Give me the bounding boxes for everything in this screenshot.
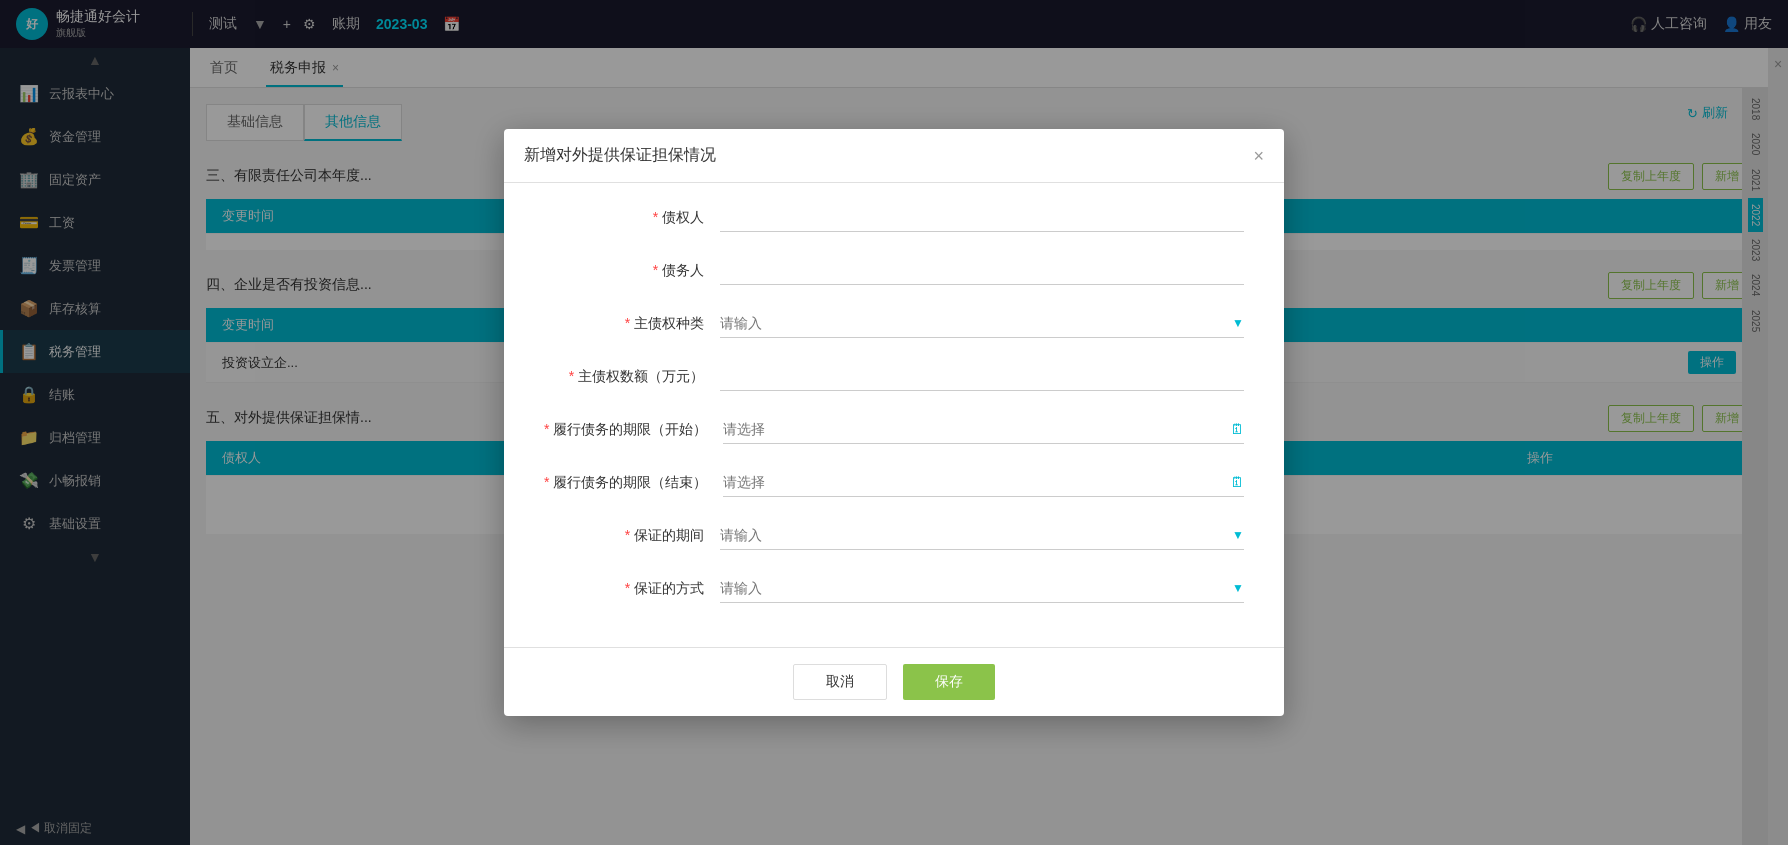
input-guarantee-period[interactable]: [720, 527, 1232, 543]
input-period-start[interactable]: [723, 421, 1230, 437]
dialog-overlay[interactable]: 新增对外提供保证担保情况 × * 债权人 * 债务人: [0, 0, 1788, 845]
dialog-body: * 债权人 * 债务人 * 主债权种类: [504, 183, 1284, 647]
dialog-title: 新增对外提供保证担保情况: [524, 145, 716, 166]
dialog-footer: 取消 保存: [504, 647, 1284, 716]
label-claim-amount: * 主债权数额（万元）: [544, 368, 704, 386]
form-row-guarantee-method: * 保证的方式 ▼: [544, 574, 1244, 603]
form-row-period-end: * 履行债务的期限（结束） 🗓: [544, 468, 1244, 497]
chevron-down-icon-claim-type[interactable]: ▼: [1232, 316, 1244, 330]
label-creditor: * 债权人: [544, 209, 704, 227]
form-row-guarantee-period: * 保证的期间 ▼: [544, 521, 1244, 550]
dialog-close-btn[interactable]: ×: [1253, 147, 1264, 165]
select-guarantee-method-wrap[interactable]: ▼: [720, 574, 1244, 603]
date-period-end-wrap[interactable]: 🗓: [723, 468, 1244, 497]
label-debtor: * 债务人: [544, 262, 704, 280]
input-creditor[interactable]: [720, 203, 1244, 232]
label-period-start: * 履行债务的期限（开始）: [544, 421, 707, 439]
label-period-end: * 履行债务的期限（结束）: [544, 474, 707, 492]
label-guarantee-period: * 保证的期间: [544, 527, 704, 545]
input-claim-amount[interactable]: [720, 362, 1244, 391]
input-guarantee-method[interactable]: [720, 580, 1232, 596]
form-row-period-start: * 履行债务的期限（开始） 🗓: [544, 415, 1244, 444]
form-row-debtor: * 债务人: [544, 256, 1244, 285]
form-row-claim-type: * 主债权种类 ▼: [544, 309, 1244, 338]
chevron-down-icon-guarantee-method[interactable]: ▼: [1232, 581, 1244, 595]
input-period-end[interactable]: [723, 474, 1230, 490]
dialog-header: 新增对外提供保证担保情况 ×: [504, 129, 1284, 183]
save-button[interactable]: 保存: [903, 664, 995, 700]
input-debtor[interactable]: [720, 256, 1244, 285]
calendar-icon-start[interactable]: 🗓: [1230, 421, 1244, 437]
select-claim-type-wrap[interactable]: ▼: [720, 309, 1244, 338]
form-row-claim-amount: * 主债权数额（万元）: [544, 362, 1244, 391]
form-row-creditor: * 债权人: [544, 203, 1244, 232]
calendar-icon-end[interactable]: 🗓: [1230, 474, 1244, 490]
label-claim-type: * 主债权种类: [544, 315, 704, 333]
dialog: 新增对外提供保证担保情况 × * 债权人 * 债务人: [504, 129, 1284, 716]
cancel-button[interactable]: 取消: [793, 664, 887, 700]
input-claim-type[interactable]: [720, 315, 1232, 331]
chevron-down-icon-guarantee-period[interactable]: ▼: [1232, 528, 1244, 542]
label-guarantee-method: * 保证的方式: [544, 580, 704, 598]
select-guarantee-period-wrap[interactable]: ▼: [720, 521, 1244, 550]
date-period-start-wrap[interactable]: 🗓: [723, 415, 1244, 444]
